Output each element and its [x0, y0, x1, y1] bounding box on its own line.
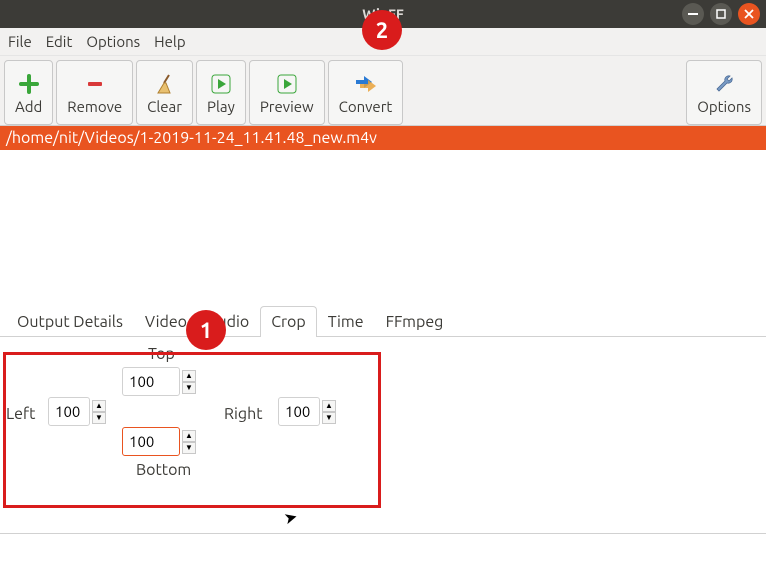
add-button[interactable]: Add [4, 60, 53, 125]
clear-label: Clear [147, 98, 182, 115]
file-list[interactable]: /home/nit/Videos/1-2019-11-24_11.41.48_n… [0, 126, 766, 150]
tab-ffmpeg[interactable]: FFmpeg [375, 306, 455, 337]
preview-button[interactable]: Preview [249, 60, 325, 125]
bottom-input[interactable] [122, 427, 180, 456]
tab-audio[interactable]: Audio [196, 306, 260, 337]
window-controls [682, 3, 760, 25]
top-label: Top [148, 345, 175, 363]
remove-label: Remove [67, 98, 122, 115]
play-label: Play [207, 98, 235, 115]
minimize-button[interactable] [682, 3, 704, 25]
chevron-up-icon: ▲ [325, 402, 333, 410]
bottom-spin-up[interactable]: ▲ [182, 430, 196, 442]
bottom-spin-down[interactable]: ▼ [182, 442, 196, 454]
top-spinner: ▲ ▼ [122, 367, 196, 396]
options-button[interactable]: Options [686, 60, 762, 125]
tab-time[interactable]: Time [317, 306, 375, 337]
close-button[interactable] [738, 3, 760, 25]
menu-edit[interactable]: Edit [46, 33, 73, 50]
cursor-icon: ➤ [282, 507, 300, 529]
maximize-icon [716, 9, 726, 19]
left-spin-down[interactable]: ▼ [92, 412, 106, 424]
wrench-icon [713, 70, 735, 98]
preview-label: Preview [260, 98, 314, 115]
options-label: Options [697, 98, 751, 115]
menubar: File Edit Options Help [0, 28, 766, 56]
plus-icon [19, 70, 39, 98]
preview-icon [277, 70, 297, 98]
right-label: Right [224, 405, 263, 423]
statusbar [0, 533, 766, 553]
tabbar: Output Details Video Audio Crop Time FFm… [0, 305, 766, 337]
left-input[interactable] [48, 397, 90, 426]
close-icon [744, 9, 754, 19]
file-row[interactable]: /home/nit/Videos/1-2019-11-24_11.41.48_n… [0, 126, 766, 150]
chevron-up-icon: ▲ [185, 372, 193, 380]
chevron-down-icon: ▼ [185, 384, 193, 392]
chevron-down-icon: ▼ [95, 414, 103, 422]
clear-button[interactable]: Clear [136, 60, 193, 125]
tab-crop[interactable]: Crop [260, 306, 317, 337]
menu-file[interactable]: File [8, 33, 32, 50]
right-spin-up[interactable]: ▲ [322, 400, 336, 412]
top-input[interactable] [122, 367, 180, 396]
toolbar: Add Remove Clear Play Preview Convert [0, 56, 766, 126]
left-spinner: ▲ ▼ [48, 397, 106, 426]
minimize-icon [688, 13, 698, 15]
broom-icon [154, 70, 176, 98]
add-label: Add [15, 98, 42, 115]
chevron-down-icon: ▼ [185, 444, 193, 452]
bottom-spinner: ▲ ▼ [122, 427, 196, 456]
convert-label: Convert [339, 98, 393, 115]
menu-help[interactable]: Help [154, 33, 185, 50]
minus-icon [85, 70, 105, 98]
bottom-label: Bottom [136, 461, 191, 479]
right-spinner: ▲ ▼ [278, 397, 336, 426]
left-label: Left [6, 405, 35, 423]
top-spin-down[interactable]: ▼ [182, 382, 196, 394]
left-spin-up[interactable]: ▲ [92, 400, 106, 412]
crop-panel: Top ▲ ▼ Left ▲ ▼ Right ▲ ▼ ▲ ▼ Bottom [0, 337, 766, 507]
chevron-up-icon: ▲ [95, 402, 103, 410]
right-spin-down[interactable]: ▼ [322, 412, 336, 424]
convert-icon [354, 70, 376, 98]
tab-video[interactable]: Video [134, 306, 198, 337]
titlebar: WinFF [0, 0, 766, 28]
chevron-up-icon: ▲ [185, 432, 193, 440]
remove-button[interactable]: Remove [56, 60, 133, 125]
toolbar-spacer [406, 60, 683, 125]
top-spin-up[interactable]: ▲ [182, 370, 196, 382]
menu-options[interactable]: Options [86, 33, 140, 50]
maximize-button[interactable] [710, 3, 732, 25]
tab-output-details[interactable]: Output Details [6, 306, 134, 337]
window-title: WinFF [362, 6, 404, 22]
play-icon [211, 70, 231, 98]
convert-button[interactable]: Convert [328, 60, 404, 125]
chevron-down-icon: ▼ [325, 414, 333, 422]
file-list-empty-area[interactable] [0, 150, 766, 305]
play-button[interactable]: Play [196, 60, 246, 125]
right-input[interactable] [278, 397, 320, 426]
